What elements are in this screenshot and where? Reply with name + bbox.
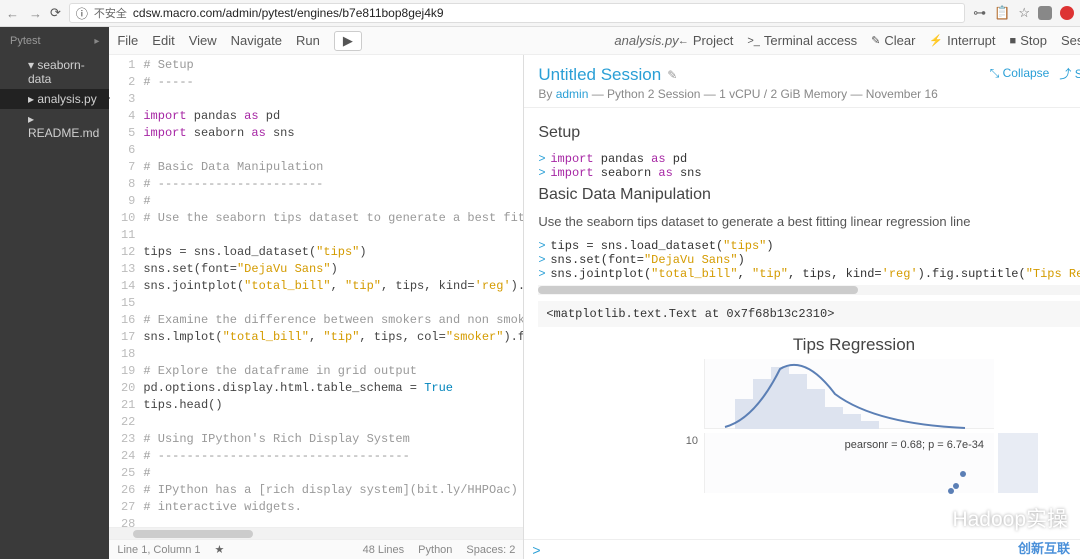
share-button[interactable]: ⤴ Share bbox=[1059, 65, 1080, 82]
menu-view[interactable]: View bbox=[189, 33, 217, 48]
eraser-icon: ✎ bbox=[871, 34, 880, 47]
collapse-icon: ⤡ bbox=[990, 66, 1000, 80]
section-desc: Use the seaborn tips dataset to generate… bbox=[538, 214, 1080, 229]
browser-toolbar: ← → ⟳ ⓘ 不安全 cdsw.macro.com/admin/pytest/… bbox=[0, 0, 1080, 27]
terminal-icon: >_ bbox=[747, 35, 760, 47]
info-icon: ⓘ bbox=[76, 5, 88, 22]
key-icon[interactable]: ⊶ bbox=[973, 5, 986, 21]
cursor-position: Line 1, Column 1 bbox=[117, 544, 200, 556]
back-icon[interactable]: ← bbox=[6, 6, 19, 21]
collapse-button[interactable]: ⤡ Collapse bbox=[990, 66, 1050, 81]
console-h-scrollbar[interactable] bbox=[538, 285, 1080, 295]
edit-icon[interactable]: ✎ bbox=[667, 68, 677, 82]
run-button[interactable]: ▶ bbox=[334, 31, 362, 51]
console-line: import pandas as pd bbox=[550, 152, 1080, 166]
file-title: analysis.py bbox=[614, 33, 678, 48]
console-output: <matplotlib.text.Text at 0x7f68b13c2310> bbox=[538, 301, 1080, 327]
menu-edit[interactable]: Edit bbox=[152, 33, 174, 48]
console-line: tips = sns.load_dataset("tips") bbox=[550, 239, 1080, 253]
section-basic: Basic Data Manipulation bbox=[538, 186, 1080, 204]
menu-navigate[interactable]: Navigate bbox=[231, 33, 282, 48]
console-line: sns.set(font="DejaVu Sans") bbox=[550, 253, 1080, 267]
console-line: sns.jointplot("total_bill", "tip", tips,… bbox=[550, 267, 1080, 281]
star-icon[interactable]: ☆ bbox=[1018, 5, 1030, 21]
ytick: 10 bbox=[686, 435, 698, 447]
regression-chart: Tips Regression bbox=[654, 335, 1054, 493]
session-meta: By admin — Python 2 Session — 1 vCPU / 2… bbox=[538, 87, 1080, 101]
sidebar-item[interactable]: ▸ README.md bbox=[0, 109, 109, 143]
session-console: ⤡ Collapse ⤴ Share Running Untitled Sess… bbox=[524, 55, 1080, 559]
menu-file[interactable]: File bbox=[117, 33, 138, 48]
kde-marginal bbox=[704, 359, 994, 429]
project-button[interactable]: ←Project bbox=[678, 33, 733, 48]
star-icon: ★ bbox=[215, 543, 225, 556]
pearson-annotation: pearsonr = 0.68; p = 6.7e-34 bbox=[845, 439, 984, 451]
stop-icon: ■ bbox=[1010, 35, 1017, 47]
project-label: Pytest▸ bbox=[0, 27, 109, 55]
line-count: 48 Lines bbox=[363, 544, 405, 556]
extension-red-icon[interactable] bbox=[1060, 6, 1074, 20]
menu-run[interactable]: Run bbox=[296, 33, 320, 48]
language-label: Python bbox=[418, 544, 452, 556]
url-text: cdsw.macro.com/admin/pytest/engines/b7e8… bbox=[133, 6, 444, 20]
extension-icon[interactable] bbox=[1038, 6, 1052, 20]
sessions-dropdown[interactable]: Sessions bbox=[1061, 33, 1080, 48]
clipboard-icon[interactable]: 📋 bbox=[994, 5, 1010, 21]
terminal-button[interactable]: >_Terminal access bbox=[747, 33, 857, 48]
bolt-icon: ⚡ bbox=[929, 34, 943, 47]
spaces-label: Spaces: 2 bbox=[466, 544, 515, 556]
address-bar[interactable]: ⓘ 不安全 cdsw.macro.com/admin/pytest/engine… bbox=[69, 3, 965, 23]
section-setup: Setup bbox=[538, 124, 1080, 142]
clear-button[interactable]: ✎Clear bbox=[871, 33, 915, 48]
sidebar-item[interactable]: ▸ analysis.py bbox=[0, 89, 109, 109]
chevron-right-icon[interactable]: ▸ bbox=[94, 36, 99, 47]
editor-statusbar: Line 1, Column 1 ★ 48 Lines Python Space… bbox=[109, 539, 523, 559]
forward-icon[interactable]: → bbox=[29, 6, 42, 21]
reload-icon[interactable]: ⟳ bbox=[50, 5, 61, 21]
file-sidebar: Pytest▸ ▾ seaborn-data▸ analysis.py▸ REA… bbox=[0, 27, 109, 559]
insecure-label: 不安全 bbox=[94, 5, 127, 21]
share-icon: ⤴ bbox=[1059, 67, 1071, 81]
hist-marginal bbox=[998, 433, 1038, 493]
console-line: import seaborn as sns bbox=[550, 166, 1080, 180]
session-title: Untitled Session bbox=[538, 65, 661, 85]
sidebar-item[interactable]: ▾ seaborn-data bbox=[0, 55, 109, 89]
chart-title: Tips Regression bbox=[654, 335, 1054, 355]
top-toolbar: File Edit View Navigate Run ▶ analysis.p… bbox=[109, 27, 1080, 55]
user-link[interactable]: admin bbox=[556, 87, 589, 101]
arrow-left-icon: ← bbox=[678, 35, 689, 47]
corner-logo: 创新互联 bbox=[1018, 538, 1070, 557]
scatter-plot: pearsonr = 0.68; p = 6.7e-34 bbox=[704, 433, 994, 493]
code-editor[interactable]: 1# Setup2# -----34import pandas as pd5im… bbox=[109, 55, 524, 559]
console-input-prompt[interactable]: > bbox=[524, 539, 1080, 559]
interrupt-button[interactable]: ⚡Interrupt bbox=[929, 33, 995, 48]
stop-button[interactable]: ■Stop bbox=[1010, 33, 1047, 48]
editor-h-scrollbar[interactable] bbox=[109, 527, 523, 539]
